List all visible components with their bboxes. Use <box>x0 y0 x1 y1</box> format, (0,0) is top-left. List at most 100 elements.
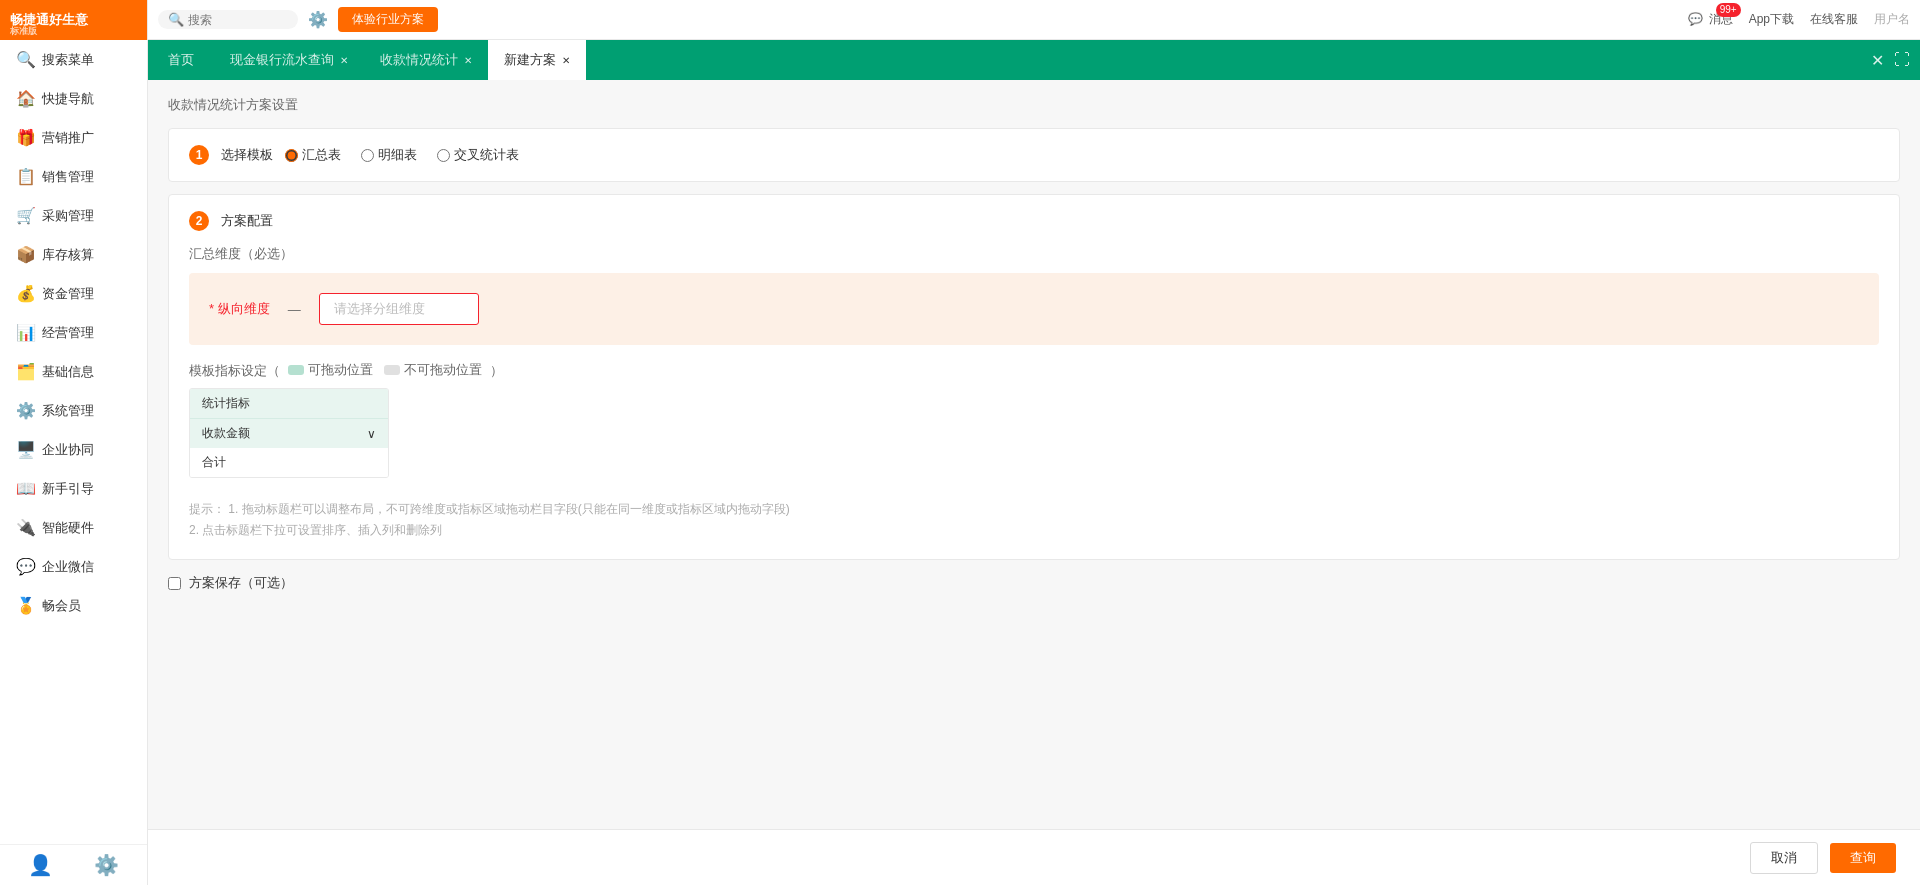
topbar-right: 💬 99+ 消息 App下载 在线客服 用户名 <box>1688 11 1910 28</box>
search-icon: 🔍 <box>168 12 184 27</box>
settings-icon[interactable]: ⚙️ <box>308 10 328 29</box>
gift-icon: 🎁 <box>16 128 34 147</box>
dim-vertical-label: * 纵向维度 <box>209 300 270 318</box>
sidebar-item-system[interactable]: ⚙️ 系统管理 <box>0 391 147 430</box>
sidebar-item-search[interactable]: 🔍 搜索菜单 <box>0 40 147 79</box>
sidebar-item-label: 智能硬件 <box>42 519 94 537</box>
dim-section-title: 汇总维度（必选） <box>189 245 1879 263</box>
metrics-col-header: 统计指标 <box>202 395 250 412</box>
radio-detail-label: 明细表 <box>378 146 417 164</box>
metrics-amount-arrow: ∨ <box>367 427 376 441</box>
service-link[interactable]: 在线客服 <box>1810 11 1858 28</box>
sidebar-expand-icon[interactable]: 👤 <box>28 853 53 877</box>
tab-cashflow-close[interactable]: ✕ <box>340 55 348 66</box>
download-link[interactable]: App下载 <box>1749 11 1794 28</box>
sidebar-item-nav[interactable]: 🏠 快捷导航 <box>0 79 147 118</box>
dim-select[interactable]: 请选择分组维度 <box>319 293 479 325</box>
gear-icon: ⚙️ <box>16 401 34 420</box>
sidebar-item-operations[interactable]: 📊 经营管理 <box>0 313 147 352</box>
cancel-button[interactable]: 取消 <box>1750 842 1818 874</box>
sidebar-item-label: 经营管理 <box>42 324 94 342</box>
sidebar-settings-icon[interactable]: ⚙️ <box>94 853 119 877</box>
radio-cross-label: 交叉统计表 <box>454 146 519 164</box>
sidebar-item-label: 库存核算 <box>42 246 94 264</box>
metrics-cell-total: 合计 <box>190 448 388 477</box>
step1-badge: 1 <box>189 145 209 165</box>
sidebar-item-guide[interactable]: 📖 新手引导 <box>0 469 147 508</box>
dim-row: * 纵向维度 — 请选择分组维度 <box>209 293 1859 325</box>
save-checkbox[interactable] <box>168 577 181 590</box>
radio-summary-label: 汇总表 <box>302 146 341 164</box>
template-radio-group: 汇总表 明细表 交叉统计表 <box>285 146 519 164</box>
radio-cross[interactable]: 交叉统计表 <box>437 146 519 164</box>
tab-payment[interactable]: 收款情况统计 ✕ <box>364 40 488 80</box>
metrics-amount-label: 收款金额 <box>202 425 250 442</box>
query-button[interactable]: 查询 <box>1830 843 1896 873</box>
draggable-legend-label: 可拖动位置 <box>308 361 373 379</box>
cart-icon: 🛒 <box>16 206 34 225</box>
search-box[interactable]: 🔍 <box>158 10 298 29</box>
sidebar-item-wechat[interactable]: 💬 企业微信 <box>0 547 147 586</box>
sidebar-item-sales[interactable]: 📋 销售管理 <box>0 157 147 196</box>
tab-cashflow-label: 现金银行流水查询 <box>230 51 334 69</box>
tab-new-plan-label: 新建方案 <box>504 51 556 69</box>
radio-detail[interactable]: 明细表 <box>361 146 417 164</box>
book-icon: 📖 <box>16 479 34 498</box>
sidebar-item-marketing[interactable]: 🎁 营销推广 <box>0 118 147 157</box>
tab-close-all-icon[interactable]: ✕ <box>1871 51 1884 70</box>
tab-new-plan-close[interactable]: ✕ <box>562 55 570 66</box>
sidebar-item-member[interactable]: 🏅 畅会员 <box>0 586 147 625</box>
tab-payment-close[interactable]: ✕ <box>464 55 472 66</box>
metrics-cell-amount[interactable]: 收款金额 ∨ <box>190 419 388 448</box>
sidebar-item-purchase[interactable]: 🛒 采购管理 <box>0 196 147 235</box>
tip1: 提示： 1. 拖动标题栏可以调整布局，不可跨维度或指标区域拖动栏目字段(只能在同… <box>189 501 1879 518</box>
sidebar-bottom: 👤 ⚙️ <box>0 844 147 885</box>
user-name[interactable]: 用户名 <box>1874 11 1910 28</box>
tab-new-plan[interactable]: 新建方案 ✕ <box>488 40 586 80</box>
message-icon: 💬 <box>1688 12 1703 26</box>
tab-home[interactable]: 首页 <box>148 40 214 80</box>
radio-detail-input[interactable] <box>361 149 374 162</box>
sidebar-item-label: 快捷导航 <box>42 90 94 108</box>
step1-section: 1 选择模板 汇总表 明细表 交叉统计表 <box>168 128 1900 182</box>
sidebar-item-label: 新手引导 <box>42 480 94 498</box>
sidebar: 畅捷通好生意 标准版 🔍 搜索菜单 🏠 快捷导航 🎁 营销推广 📋 销售管理 🛒… <box>0 0 148 885</box>
sidebar-item-finance[interactable]: 💰 资金管理 <box>0 274 147 313</box>
sidebar-item-label: 畅会员 <box>42 597 81 615</box>
trial-button[interactable]: 体验行业方案 <box>338 7 438 32</box>
metrics-legend-row: 模板指标设定（ 可拖动位置 不可拖动位置 ） <box>189 361 1879 380</box>
sidebar-item-label: 基础信息 <box>42 363 94 381</box>
not-draggable-legend-dot <box>384 365 400 375</box>
metrics-header[interactable]: 统计指标 <box>190 389 388 419</box>
sidebar-item-basic[interactable]: 🗂️ 基础信息 <box>0 352 147 391</box>
monitor-icon: 🖥️ <box>16 440 34 459</box>
sidebar-item-collab[interactable]: 🖥️ 企业协同 <box>0 430 147 469</box>
home-icon: 🏠 <box>16 89 34 108</box>
sales-icon: 📋 <box>16 167 34 186</box>
not-draggable-legend-label: 不可拖动位置 <box>404 361 482 379</box>
search-input[interactable] <box>188 13 288 27</box>
step1-label: 选择模板 <box>221 146 273 164</box>
radio-summary[interactable]: 汇总表 <box>285 146 341 164</box>
sidebar-item-label: 销售管理 <box>42 168 94 186</box>
logo-sub: 标准版 <box>10 25 37 38</box>
hardware-icon: 🔌 <box>16 518 34 537</box>
radio-summary-input[interactable] <box>285 149 298 162</box>
metrics-table: 统计指标 收款金额 ∨ 合计 <box>189 388 389 478</box>
tab-cashflow[interactable]: 现金银行流水查询 ✕ <box>214 40 364 80</box>
tab-home-label: 首页 <box>168 51 194 69</box>
tab-expand-icon[interactable]: ⛶ <box>1894 51 1910 69</box>
tabbar: 首页 现金银行流水查询 ✕ 收款情况统计 ✕ 新建方案 ✕ ✕ ⛶ <box>148 40 1920 80</box>
topbar: 🔍 ⚙️ 体验行业方案 💬 99+ 消息 App下载 在线客服 用户名 <box>148 0 1920 40</box>
radio-cross-input[interactable] <box>437 149 450 162</box>
sidebar-item-inventory[interactable]: 📦 库存核算 <box>0 235 147 274</box>
dim-area: * 纵向维度 — 请选择分组维度 <box>189 273 1879 345</box>
chart-icon: 📊 <box>16 323 34 342</box>
member-icon: 🏅 <box>16 596 34 615</box>
message-badge-wrap[interactable]: 💬 99+ 消息 <box>1688 11 1732 28</box>
sidebar-item-hardware[interactable]: 🔌 智能硬件 <box>0 508 147 547</box>
sidebar-item-label: 企业协同 <box>42 441 94 459</box>
step2-section: 2 方案配置 汇总维度（必选） * 纵向维度 — 请选择分组维度 模板指标设定（ <box>168 194 1900 560</box>
sidebar-item-label: 资金管理 <box>42 285 94 303</box>
info-icon: 🗂️ <box>16 362 34 381</box>
